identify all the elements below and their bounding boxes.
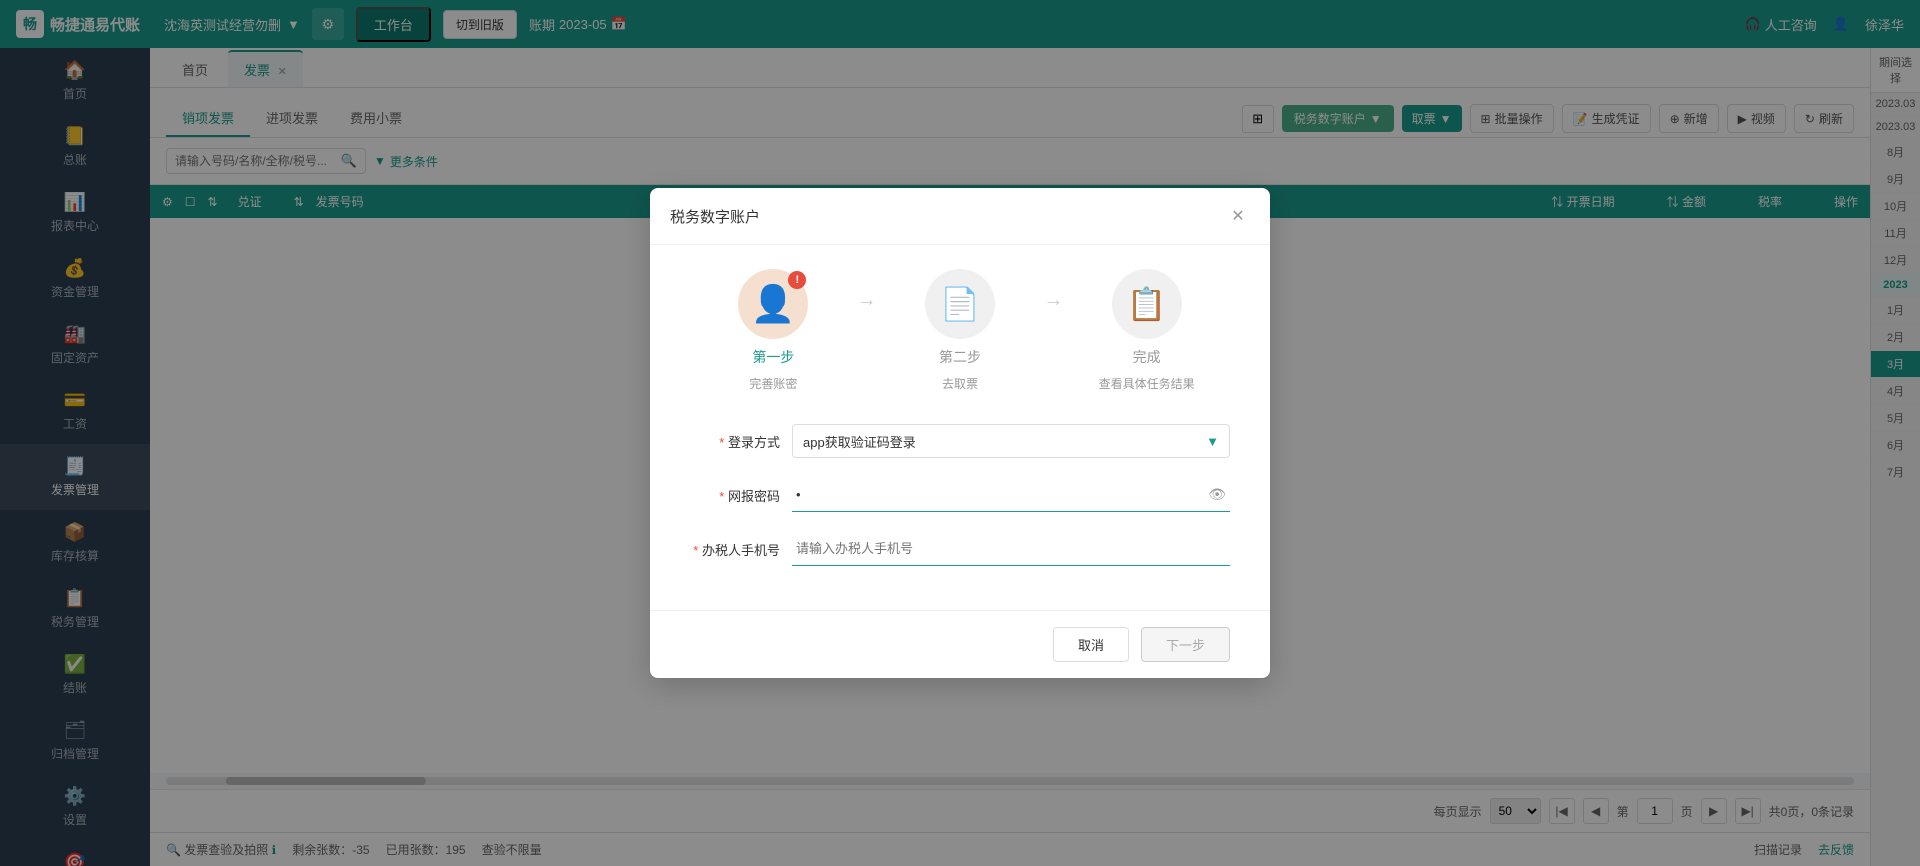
- phone-input-wrap: [792, 532, 1230, 566]
- steps-row: 👤 ! 第一步 完善账密 → 📄 第二步 去取票 →: [690, 269, 1230, 392]
- password-toggle-icon[interactable]: 👁: [1208, 486, 1226, 503]
- step-2: 📄 第二步 去取票: [877, 269, 1044, 392]
- phone-label: * 办税人手机号: [690, 540, 780, 559]
- password-input[interactable]: [796, 487, 1208, 502]
- login-method-select[interactable]: app获取验证码登录 ▼: [792, 424, 1230, 458]
- step3-label: 完成: [1133, 347, 1161, 367]
- phone-row: * 办税人手机号: [690, 532, 1230, 566]
- login-method-value: app获取验证码登录: [803, 432, 916, 451]
- modal-header: 税务数字账户 ✕: [650, 188, 1270, 245]
- step-arrow-2: →: [1043, 269, 1063, 312]
- modal-close-button[interactable]: ✕: [1226, 204, 1250, 228]
- step2-icon: 📄: [940, 285, 980, 323]
- phone-input[interactable]: [796, 541, 1226, 556]
- step-3: 📋 完成 查看具体任务结果: [1063, 269, 1230, 392]
- login-method-row: * 登录方式 app获取验证码登录 ▼: [690, 424, 1230, 458]
- step1-icon: 👤: [751, 283, 796, 325]
- required-star3: *: [693, 543, 698, 558]
- step2-desc: 去取票: [942, 375, 978, 392]
- step3-icon: 📋: [1127, 285, 1167, 323]
- step-arrow-1: →: [857, 269, 877, 312]
- password-input-wrap: 👁: [792, 478, 1230, 512]
- cancel-button[interactable]: 取消: [1053, 627, 1129, 662]
- modal-body: 👤 ! 第一步 完善账密 → 📄 第二步 去取票 →: [650, 245, 1270, 610]
- password-label: * 网报密码: [690, 486, 780, 505]
- next-button[interactable]: 下一步: [1141, 627, 1230, 662]
- required-star2: *: [719, 489, 724, 504]
- step2-label: 第二步: [939, 347, 981, 367]
- close-icon: ✕: [1231, 206, 1244, 226]
- tax-digital-modal: 税务数字账户 ✕ 👤 ! 第一步 完善账密 →: [650, 188, 1270, 678]
- step2-icon-wrap: 📄: [925, 269, 995, 339]
- select-dropdown-icon: ▼: [1206, 434, 1219, 449]
- step1-icon-wrap: 👤 !: [738, 269, 808, 339]
- modal-title: 税务数字账户: [670, 206, 760, 227]
- required-star: *: [719, 435, 724, 450]
- step1-badge: !: [788, 271, 806, 289]
- step1-label: 第一步: [752, 347, 794, 367]
- step3-icon-wrap: 📋: [1112, 269, 1182, 339]
- step3-desc: 查看具体任务结果: [1099, 375, 1195, 392]
- step-1: 👤 ! 第一步 完善账密: [690, 269, 857, 392]
- modal-overlay: 税务数字账户 ✕ 👤 ! 第一步 完善账密 →: [0, 0, 1920, 866]
- modal-footer: 取消 下一步: [650, 610, 1270, 678]
- step1-desc: 完善账密: [749, 375, 797, 392]
- password-row: * 网报密码 👁: [690, 478, 1230, 512]
- login-method-label: * 登录方式: [690, 432, 780, 451]
